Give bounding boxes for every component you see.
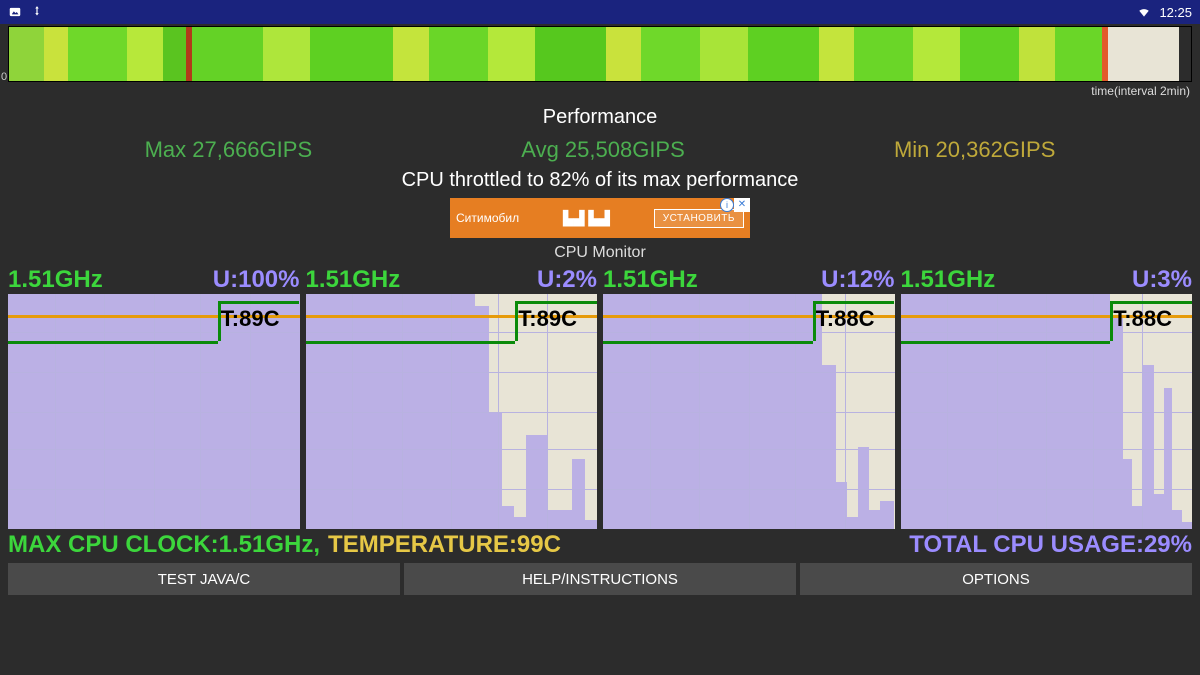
cpu-stats-row: MAX CPU CLOCK:1.51GHz, TEMPERATURE:99C T…	[0, 529, 1200, 563]
core-temp: T:89C	[518, 306, 577, 332]
perf-avg: Avg 25,508GIPS	[521, 137, 685, 163]
core-usage: U:3%	[1132, 266, 1192, 294]
core-freq: 1.51GHz	[306, 266, 401, 294]
throttle-spectrogram: 0	[8, 26, 1192, 82]
perf-max: Max 27,666GIPS	[145, 137, 313, 163]
total-cpu-usage: TOTAL CPU USAGE:29%	[909, 531, 1192, 559]
core-usage: U:2%	[537, 266, 597, 294]
usb-icon	[30, 5, 44, 19]
android-status-bar: 12:25	[0, 0, 1200, 24]
cpu-core-2: 1.51GHz U:12% T:88C	[603, 266, 895, 529]
core-freq: 1.51GHz	[603, 266, 698, 294]
core-freq: 1.51GHz	[8, 266, 103, 294]
status-time: 12:25	[1159, 5, 1192, 20]
perf-min: Min 20,362GIPS	[894, 137, 1055, 163]
core-temp: T:88C	[1113, 306, 1172, 332]
throttle-text: CPU throttled to 82% of its max performa…	[0, 169, 1200, 192]
max-cpu-clock: MAX CPU CLOCK:1.51GHz,	[8, 531, 320, 559]
cpu-core-1: 1.51GHz U:2% T:89C	[306, 266, 598, 529]
cpu-core-0: 1.51GHz U:100% T:89C	[8, 266, 300, 529]
core-chart: T:88C	[603, 294, 895, 529]
core-usage: U:12%	[821, 266, 894, 294]
spectro-time-label: time(interval 2min)	[0, 82, 1200, 104]
core-chart: T:88C	[901, 294, 1193, 529]
core-chart: T:89C	[306, 294, 598, 529]
ad-cta[interactable]: УСТАНОВИТЬ	[654, 209, 744, 228]
core-temp: T:89C	[221, 306, 280, 332]
core-freq: 1.51GHz	[901, 266, 996, 294]
options-button[interactable]: OPTIONS	[800, 563, 1192, 595]
cpu-cores-row: 1.51GHz U:100% T:89C 1.51GHz U:2%	[0, 266, 1200, 529]
bottom-button-bar: TEST JAVA/C HELP/INSTRUCTIONS OPTIONS	[0, 563, 1200, 603]
cpu-core-3: 1.51GHz U:3% T:88C	[901, 266, 1193, 529]
ad-banner[interactable]: Ситимобил ▙▟ ▙▟ УСТАНОВИТЬ i ✕	[450, 198, 750, 238]
ad-info-icon[interactable]: i	[720, 198, 734, 212]
spectro-zero-marker: 0	[1, 71, 7, 83]
core-temp: T:88C	[816, 306, 875, 332]
core-usage: U:100%	[213, 266, 300, 294]
gallery-icon	[8, 5, 22, 19]
ad-close-icon[interactable]: ✕	[734, 198, 750, 212]
test-java-c-button[interactable]: TEST JAVA/C	[8, 563, 400, 595]
performance-summary: Max 27,666GIPS Avg 25,508GIPS Min 20,362…	[40, 137, 1160, 163]
core-chart: T:89C	[8, 294, 300, 529]
help-instructions-button[interactable]: HELP/INSTRUCTIONS	[404, 563, 796, 595]
cpu-monitor-title: CPU Monitor	[0, 244, 1200, 262]
wifi-icon	[1137, 5, 1151, 19]
performance-title: Performance	[0, 106, 1200, 129]
ad-brand: Ситимобил	[456, 211, 519, 225]
temperature: TEMPERATURE:99C	[328, 531, 561, 559]
